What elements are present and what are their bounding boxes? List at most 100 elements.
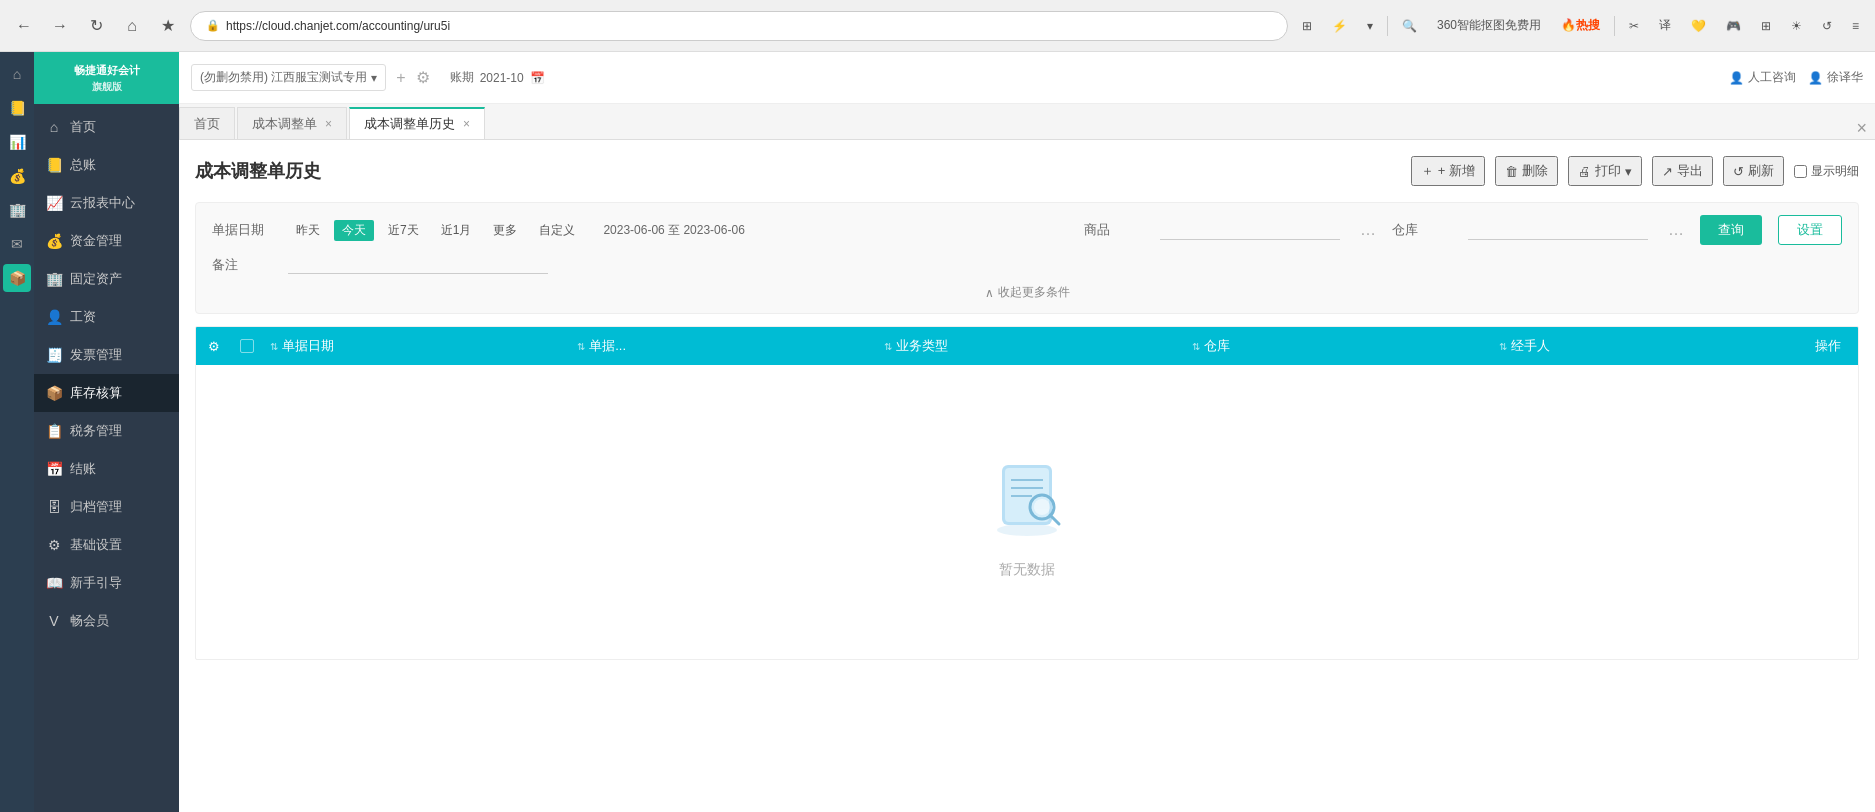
user-service[interactable]: 👤 人工咨询 — [1729, 69, 1796, 86]
print-dropdown-icon: ▾ — [1625, 164, 1632, 179]
warehouse-filter-label: 仓库 — [1392, 221, 1452, 239]
goods-ellipsis-btn[interactable]: … — [1360, 221, 1376, 239]
sidebar-item-guide[interactable]: 📖 新手引导 — [34, 564, 179, 602]
icon-bar-chart[interactable]: 📊 — [3, 128, 31, 156]
asset-icon: 🏢 — [46, 271, 62, 287]
sidebar-item-invoice[interactable]: 🧾 发票管理 — [34, 336, 179, 374]
delete-button[interactable]: 🗑 删除 — [1495, 156, 1558, 186]
user-profile[interactable]: 👤 徐译华 — [1808, 69, 1863, 86]
sidebar-item-ledger[interactable]: 📒 总账 — [34, 146, 179, 184]
search-button[interactable]: 查询 — [1700, 215, 1762, 245]
th-handler[interactable]: ⇅ 经手人 — [1491, 337, 1798, 355]
tab-cost-adjust-history-close[interactable]: × — [463, 117, 470, 131]
warehouse-filter-input[interactable] — [1468, 221, 1648, 240]
icon-bar-ledger[interactable]: 📒 — [3, 94, 31, 122]
wallet-icon[interactable]: 💛 — [1685, 17, 1712, 35]
date-btn-7days[interactable]: 近7天 — [380, 220, 427, 241]
sidebar-item-fund[interactable]: 💰 资金管理 — [34, 222, 179, 260]
sidebar-item-vip[interactable]: V 畅会员 — [34, 602, 179, 640]
sidebar-item-settings[interactable]: ⚙ 基础设置 — [34, 526, 179, 564]
sidebar-item-asset-label: 固定资产 — [70, 270, 122, 288]
date-btn-more[interactable]: 更多 — [485, 220, 525, 241]
show-cols-toggle[interactable]: 显示明细 — [1794, 163, 1859, 180]
tab-cost-adjust[interactable]: 成本调整单 × — [237, 107, 347, 139]
page-header: 成本调整单历史 ＋ + 新增 🗑 删除 🖨 打印 ▾ — [195, 156, 1859, 186]
settings-filter-button[interactable]: 设置 — [1778, 215, 1842, 245]
reload-button[interactable]: ↻ — [82, 12, 110, 40]
date-btn-today[interactable]: 今天 — [334, 220, 374, 241]
table-select-all[interactable] — [232, 339, 262, 353]
tab-cost-adjust-close[interactable]: × — [325, 117, 332, 131]
translate-icon[interactable]: 译 — [1653, 15, 1677, 36]
search-label[interactable]: 360智能抠图免费用 — [1431, 15, 1547, 36]
top-bar: (勿删勿禁用) 江西服宝测试专用 ▾ + ⚙ 账期 2021-10 📅 👤 人工… — [179, 52, 1875, 104]
show-cols-checkbox[interactable] — [1794, 165, 1807, 178]
sidebar-menu: ⌂ 首页 📒 总账 📈 云报表中心 💰 资金管理 🏢 固定资产 👤 工资 — [34, 104, 179, 812]
sidebar-item-home[interactable]: ⌂ 首页 — [34, 108, 179, 146]
fund-icon: 💰 — [46, 233, 62, 249]
dropdown-icon[interactable]: ▾ — [1361, 17, 1379, 35]
period-value: 2021-10 — [480, 71, 524, 85]
date-btn-custom[interactable]: 自定义 — [531, 220, 583, 241]
grid-icon[interactable]: ⊞ — [1296, 17, 1318, 35]
sidebar-item-tax[interactable]: 📋 税务管理 — [34, 412, 179, 450]
back-button[interactable]: ← — [10, 12, 38, 40]
sidebar-item-report[interactable]: 📈 云报表中心 — [34, 184, 179, 222]
icon-bar-mail[interactable]: ✉ — [3, 230, 31, 258]
search-icon[interactable]: 🔍 — [1396, 17, 1423, 35]
user-name: 徐译华 — [1827, 69, 1863, 86]
forward-button[interactable]: → — [46, 12, 74, 40]
undo-icon[interactable]: ↺ — [1816, 17, 1838, 35]
date-btn-1month[interactable]: 近1月 — [433, 220, 480, 241]
th-date[interactable]: ⇅ 单据日期 — [262, 337, 569, 355]
th-warehouse[interactable]: ⇅ 仓库 — [1184, 337, 1491, 355]
icon-bar-asset[interactable]: 🏢 — [3, 196, 31, 224]
app-container: ⌂ 📒 📊 💰 🏢 ✉ 📦 畅捷通好会计 旗舰版 ⌂ 首页 📒 总账 📈 云报表… — [0, 52, 1875, 812]
th-voucher-label: 单据... — [589, 337, 626, 355]
th-voucher[interactable]: ⇅ 单据... — [569, 337, 876, 355]
sidebar-item-inventory[interactable]: 📦 库存核算 — [34, 374, 179, 412]
new-button[interactable]: ＋ + 新增 — [1411, 156, 1485, 186]
scissors-icon[interactable]: ✂ — [1623, 17, 1645, 35]
delete-icon: 🗑 — [1505, 164, 1518, 179]
hot-search-label[interactable]: 🔥热搜 — [1555, 15, 1606, 36]
sun-icon[interactable]: ☀ — [1785, 17, 1808, 35]
game-icon[interactable]: 🎮 — [1720, 17, 1747, 35]
collapse-button[interactable]: ∧ 收起更多条件 — [212, 284, 1842, 301]
table-settings-btn[interactable]: ⚙ — [196, 339, 232, 354]
sidebar-item-fund-label: 资金管理 — [70, 232, 122, 250]
window-close-btn[interactable]: × — [1848, 118, 1875, 139]
calendar-icon[interactable]: 📅 — [530, 71, 545, 85]
apps-icon[interactable]: ⊞ — [1755, 17, 1777, 35]
settings-top-icon[interactable]: ⚙ — [416, 68, 430, 87]
print-icon: 🖨 — [1578, 164, 1591, 179]
date-btn-yesterday[interactable]: 昨天 — [288, 220, 328, 241]
table-header: ⚙ ⇅ 单据日期 ⇅ 单据... ⇅ 业务类型 — [196, 327, 1858, 365]
tab-cost-adjust-history[interactable]: 成本调整单历史 × — [349, 107, 485, 139]
menu-icon[interactable]: ≡ — [1846, 17, 1865, 35]
sidebar: 畅捷通好会计 旗舰版 ⌂ 首页 📒 总账 📈 云报表中心 💰 资金管理 🏢 — [34, 52, 179, 812]
remark-filter-input[interactable] — [288, 255, 548, 274]
sidebar-item-close[interactable]: 📅 结账 — [34, 450, 179, 488]
refresh-button[interactable]: ↺ 刷新 — [1723, 156, 1784, 186]
print-button[interactable]: 🖨 打印 ▾ — [1568, 156, 1642, 186]
export-button[interactable]: ↗ 导出 — [1652, 156, 1713, 186]
add-company-icon[interactable]: + — [396, 69, 405, 87]
home-button[interactable]: ⌂ — [118, 12, 146, 40]
icon-bar-home[interactable]: ⌂ — [3, 60, 31, 88]
sidebar-item-archive[interactable]: 🗄 归档管理 — [34, 488, 179, 526]
sidebar-item-salary[interactable]: 👤 工资 — [34, 298, 179, 336]
tab-home[interactable]: 首页 — [179, 107, 235, 139]
svg-point-0 — [997, 524, 1057, 536]
company-selector[interactable]: (勿删勿禁用) 江西服宝测试专用 ▾ — [191, 64, 386, 91]
warehouse-ellipsis-btn[interactable]: … — [1668, 221, 1684, 239]
star-button[interactable]: ★ — [154, 12, 182, 40]
icon-bar-fund[interactable]: 💰 — [3, 162, 31, 190]
select-all-checkbox[interactable] — [240, 339, 254, 353]
goods-filter-input[interactable] — [1160, 221, 1340, 240]
th-biz-type[interactable]: ⇅ 业务类型 — [876, 337, 1183, 355]
sidebar-item-asset[interactable]: 🏢 固定资产 — [34, 260, 179, 298]
lightning-icon[interactable]: ⚡ — [1326, 17, 1353, 35]
address-bar[interactable]: 🔒 https://cloud.chanjet.com/accounting/u… — [190, 11, 1288, 41]
icon-bar-inventory[interactable]: 📦 — [3, 264, 31, 292]
